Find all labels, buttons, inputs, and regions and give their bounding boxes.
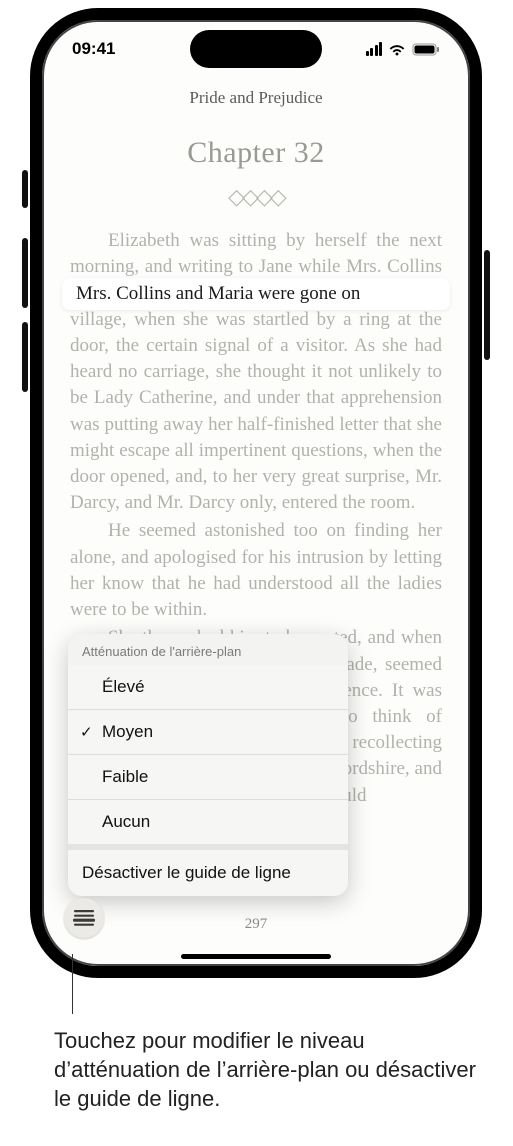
menu-item-eleve[interactable]: Élevé	[68, 665, 348, 709]
line-guide-icon	[73, 910, 95, 926]
menu-item-faible[interactable]: Faible	[68, 754, 348, 799]
ornament-divider: ◇◇◇◇	[42, 184, 470, 210]
callout-leader-line	[72, 954, 73, 1014]
page-number: 297	[245, 916, 268, 933]
line-guide-button[interactable]	[64, 898, 104, 938]
iphone-frame: 09:41 Pride and Prejudice Chapter 32 ◇◇◇…	[30, 8, 482, 978]
cellular-icon	[366, 42, 383, 56]
paragraph-2: He seemed astonished too on find­ing her…	[70, 518, 442, 623]
book-title: Pride and Prejudice	[42, 88, 470, 108]
home-indicator[interactable]	[181, 954, 331, 959]
background-dimming-menu: Atténuation de l'arrière-plan Élevé ✓ Mo…	[68, 634, 348, 896]
dynamic-island	[190, 30, 322, 68]
battery-icon	[412, 43, 440, 56]
menu-header: Atténuation de l'arrière-plan	[68, 634, 348, 665]
menu-item-label: Moyen	[102, 722, 153, 741]
volume-up-button	[22, 238, 28, 308]
menu-item-label: Faible	[102, 767, 148, 786]
menu-action-label: Désactiver le guide de ligne	[82, 863, 291, 882]
power-button	[484, 250, 490, 360]
focused-line-text: Mrs. Collins and Maria were gone on	[76, 283, 360, 305]
menu-disable-line-guide[interactable]: Désactiver le guide de ligne	[68, 850, 348, 896]
paragraph-1: Elizabeth was sitting by herself the nex…	[70, 228, 442, 516]
status-time: 09:41	[72, 39, 115, 59]
menu-item-aucun[interactable]: Aucun	[68, 799, 348, 844]
chapter-title: Chapter 32	[42, 136, 470, 170]
wifi-icon	[388, 43, 406, 56]
volume-down-button	[22, 322, 28, 392]
callout-text: Touchez pour modifier le niveau d’atténu…	[54, 1026, 493, 1113]
menu-item-label: Aucun	[102, 812, 150, 831]
menu-item-label: Élevé	[102, 677, 145, 696]
status-right	[366, 42, 441, 56]
line-guide-highlight[interactable]: Mrs. Collins and Maria were gone on	[62, 278, 450, 310]
menu-item-moyen[interactable]: ✓ Moyen	[68, 709, 348, 754]
mute-switch	[22, 170, 28, 208]
checkmark-icon: ✓	[80, 723, 93, 741]
bottom-bar: 297	[42, 900, 470, 948]
